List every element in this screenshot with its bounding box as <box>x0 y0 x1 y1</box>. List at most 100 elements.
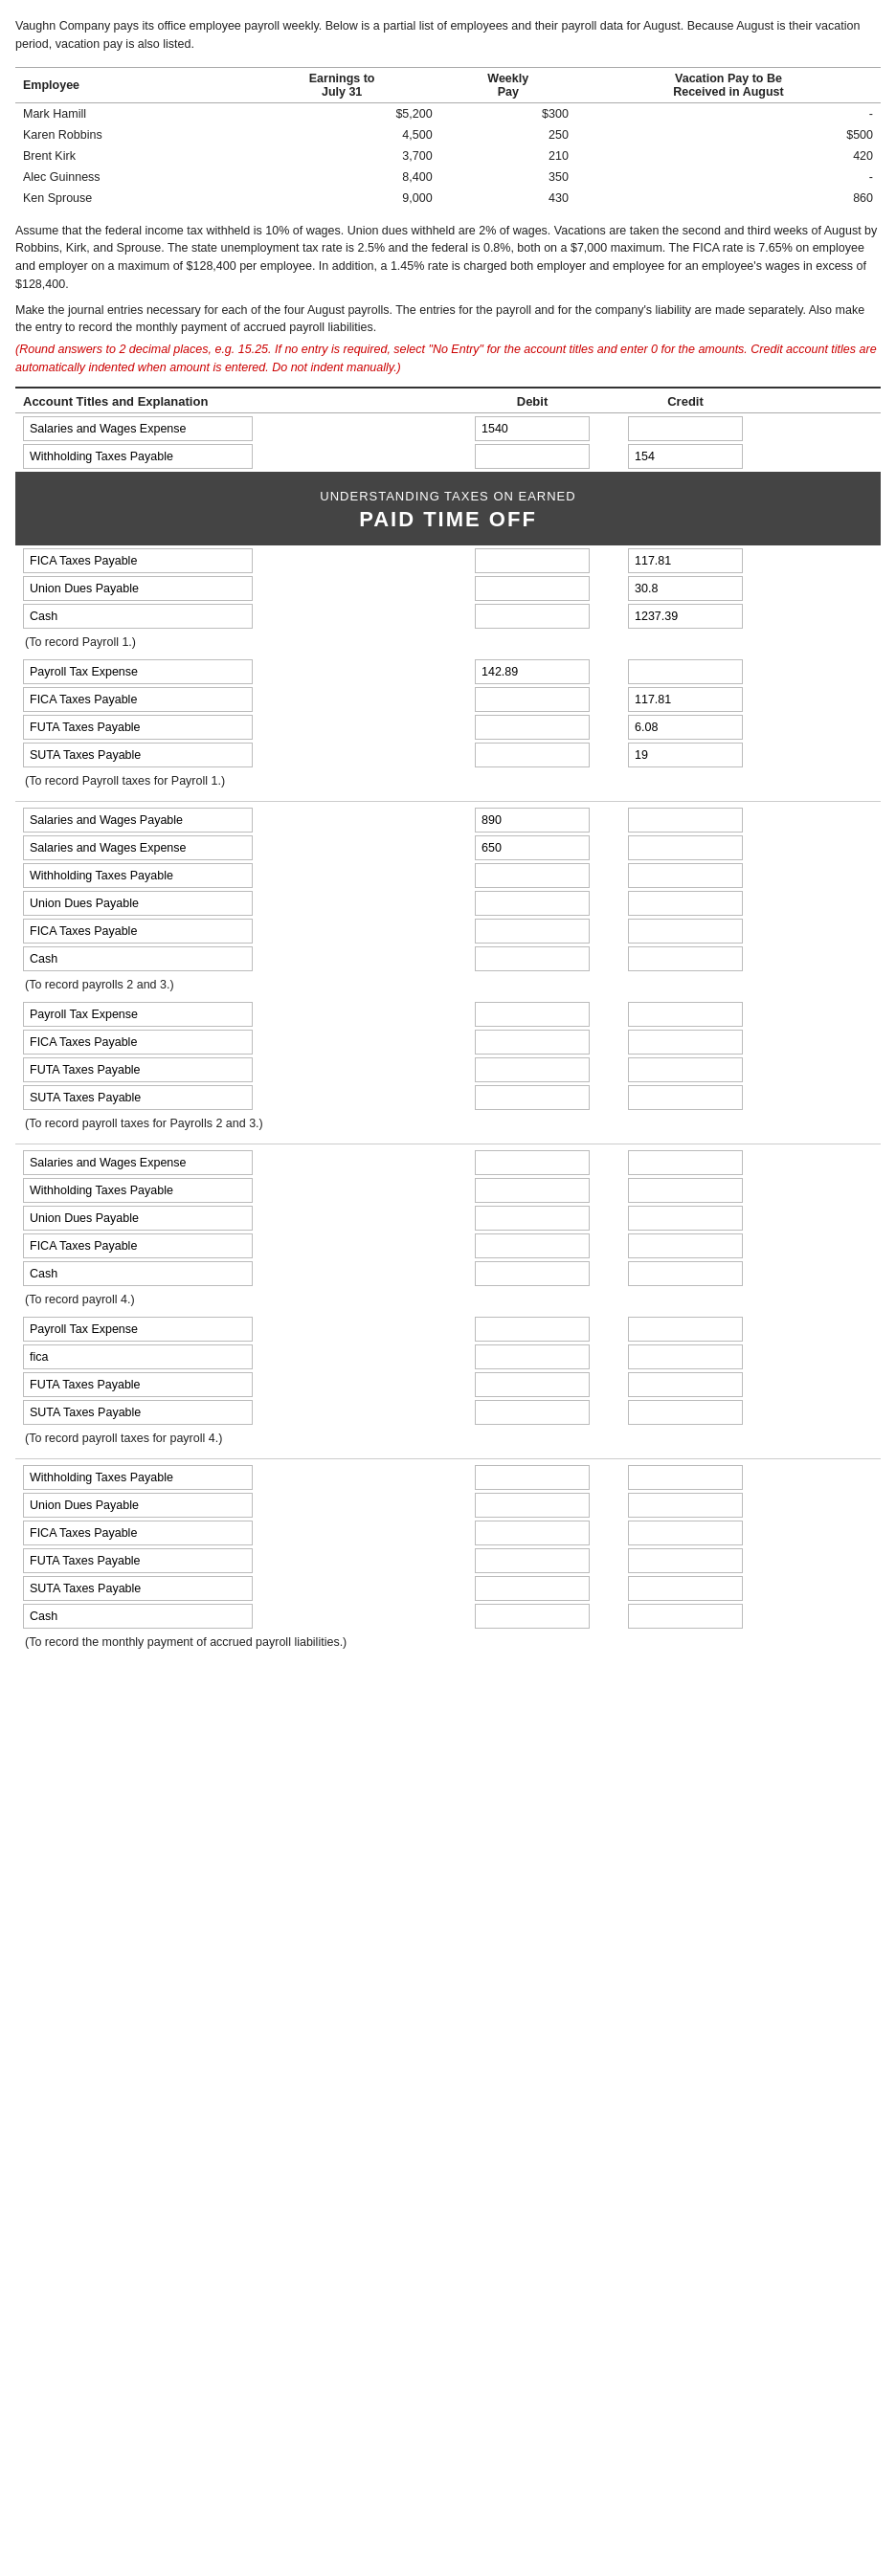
account-title-input[interactable] <box>23 687 253 712</box>
debit-input[interactable] <box>475 1493 590 1518</box>
account-title-input[interactable] <box>23 715 253 740</box>
credit-input[interactable] <box>628 863 743 888</box>
debit-input[interactable] <box>475 919 590 944</box>
account-title-input[interactable] <box>23 1002 253 1027</box>
account-title-input[interactable] <box>23 1206 253 1231</box>
debit-input[interactable] <box>475 1002 590 1027</box>
debit-input[interactable] <box>475 1604 590 1629</box>
debit-input[interactable] <box>475 1030 590 1055</box>
debit-input[interactable] <box>475 1206 590 1231</box>
debit-input[interactable] <box>475 1372 590 1397</box>
account-title-input[interactable] <box>23 1548 253 1573</box>
credit-input[interactable] <box>628 808 743 833</box>
debit-input[interactable] <box>475 715 590 740</box>
debit-input[interactable] <box>475 863 590 888</box>
credit-input[interactable] <box>628 1085 743 1110</box>
credit-input[interactable] <box>628 715 743 740</box>
account-title-input[interactable] <box>23 1604 253 1629</box>
account-title-input[interactable] <box>23 1150 253 1175</box>
debit-input[interactable] <box>475 1400 590 1425</box>
credit-input[interactable] <box>628 604 743 629</box>
credit-input[interactable] <box>628 1493 743 1518</box>
account-title-input[interactable] <box>23 1576 253 1601</box>
account-title-input[interactable] <box>23 659 253 684</box>
account-title-input[interactable] <box>23 1493 253 1518</box>
account-title-input[interactable] <box>23 576 253 601</box>
account-title-input[interactable] <box>23 444 253 469</box>
account-title-input[interactable] <box>23 1344 253 1369</box>
credit-input[interactable] <box>628 946 743 971</box>
credit-input[interactable] <box>628 1030 743 1055</box>
debit-input[interactable] <box>475 1548 590 1573</box>
credit-input[interactable] <box>628 919 743 944</box>
debit-input[interactable] <box>475 548 590 573</box>
debit-input[interactable] <box>475 416 590 441</box>
account-title-input[interactable] <box>23 891 253 916</box>
account-title-input[interactable] <box>23 743 253 767</box>
credit-input[interactable] <box>628 1344 743 1369</box>
credit-input[interactable] <box>628 576 743 601</box>
account-title-input[interactable] <box>23 1057 253 1082</box>
account-title-input[interactable] <box>23 808 253 833</box>
debit-input[interactable] <box>475 604 590 629</box>
credit-input[interactable] <box>628 1317 743 1342</box>
credit-input[interactable] <box>628 1400 743 1425</box>
debit-input[interactable] <box>475 1465 590 1490</box>
credit-input[interactable] <box>628 1206 743 1231</box>
account-title-input[interactable] <box>23 548 253 573</box>
credit-input[interactable] <box>628 1521 743 1545</box>
credit-input[interactable] <box>628 891 743 916</box>
debit-input[interactable] <box>475 891 590 916</box>
debit-input[interactable] <box>475 1344 590 1369</box>
debit-input[interactable] <box>475 1085 590 1110</box>
credit-input[interactable] <box>628 1465 743 1490</box>
debit-input[interactable] <box>475 1261 590 1286</box>
debit-input[interactable] <box>475 946 590 971</box>
credit-input[interactable] <box>628 1576 743 1601</box>
credit-input[interactable] <box>628 1150 743 1175</box>
debit-input[interactable] <box>475 1576 590 1601</box>
account-title-input[interactable] <box>23 1085 253 1110</box>
account-title-input[interactable] <box>23 1030 253 1055</box>
credit-input[interactable] <box>628 416 743 441</box>
debit-input[interactable] <box>475 1178 590 1203</box>
account-title-input[interactable] <box>23 919 253 944</box>
account-title-input[interactable] <box>23 1317 253 1342</box>
credit-input[interactable] <box>628 444 743 469</box>
credit-input[interactable] <box>628 743 743 767</box>
account-title-input[interactable] <box>23 1178 253 1203</box>
account-title-input[interactable] <box>23 1521 253 1545</box>
debit-input[interactable] <box>475 1317 590 1342</box>
credit-input[interactable] <box>628 548 743 573</box>
credit-input[interactable] <box>628 1548 743 1573</box>
debit-input[interactable] <box>475 687 590 712</box>
credit-input[interactable] <box>628 687 743 712</box>
credit-input[interactable] <box>628 1261 743 1286</box>
credit-input[interactable] <box>628 835 743 860</box>
account-title-input[interactable] <box>23 946 253 971</box>
credit-input[interactable] <box>628 1372 743 1397</box>
account-title-input[interactable] <box>23 1261 253 1286</box>
account-title-input[interactable] <box>23 416 253 441</box>
debit-input[interactable] <box>475 444 590 469</box>
debit-input[interactable] <box>475 808 590 833</box>
debit-input[interactable] <box>475 743 590 767</box>
account-title-input[interactable] <box>23 1372 253 1397</box>
credit-input[interactable] <box>628 1233 743 1258</box>
credit-input[interactable] <box>628 1178 743 1203</box>
debit-input[interactable] <box>475 1233 590 1258</box>
debit-input[interactable] <box>475 1150 590 1175</box>
credit-input[interactable] <box>628 1002 743 1027</box>
debit-input[interactable] <box>475 1057 590 1082</box>
credit-input[interactable] <box>628 1604 743 1629</box>
account-title-input[interactable] <box>23 1400 253 1425</box>
debit-input[interactable] <box>475 659 590 684</box>
account-title-input[interactable] <box>23 604 253 629</box>
debit-input[interactable] <box>475 576 590 601</box>
account-title-input[interactable] <box>23 835 253 860</box>
debit-input[interactable] <box>475 835 590 860</box>
account-title-input[interactable] <box>23 1465 253 1490</box>
credit-input[interactable] <box>628 659 743 684</box>
credit-input[interactable] <box>628 1057 743 1082</box>
account-title-input[interactable] <box>23 1233 253 1258</box>
